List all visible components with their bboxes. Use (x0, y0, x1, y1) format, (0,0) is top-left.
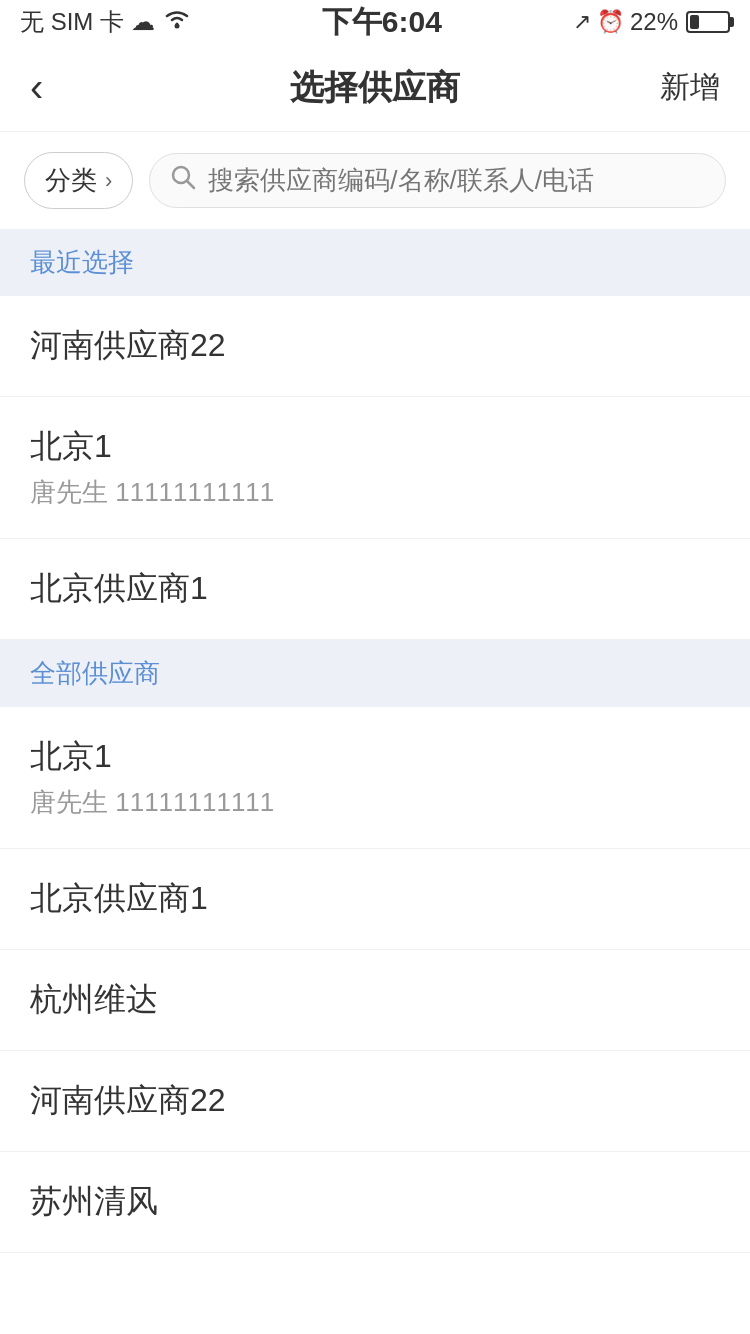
item-name: 苏州清风 (30, 1180, 720, 1224)
list-item[interactable]: 苏州清风 (0, 1152, 750, 1253)
svg-point-0 (174, 24, 179, 29)
recent-items-list: 河南供应商22 北京1 唐先生 11111111111 北京供应商1 (0, 296, 750, 640)
alarm-icon: ⏰ (597, 9, 624, 35)
back-button[interactable]: ‹ (30, 65, 90, 110)
item-name: 河南供应商22 (30, 1079, 720, 1123)
category-label: 分类 (45, 163, 97, 198)
chevron-right-icon: › (105, 168, 112, 194)
list-item[interactable]: 北京供应商1 (0, 539, 750, 640)
add-button[interactable]: 新增 (660, 67, 720, 108)
battery-icon (686, 11, 730, 33)
item-name: 北京1 (30, 735, 720, 779)
search-icon (170, 164, 196, 197)
nav-bar: ‹ 选择供应商 新增 (0, 44, 750, 132)
list-item[interactable]: 河南供应商22 (0, 296, 750, 397)
all-section-header: 全部供应商 (0, 640, 750, 707)
item-name: 河南供应商22 (30, 324, 720, 368)
category-filter-button[interactable]: 分类 › (24, 152, 133, 209)
item-sub: 唐先生 11111111111 (30, 475, 720, 510)
recent-section-header: 最近选择 (0, 229, 750, 296)
item-name: 北京供应商1 (30, 877, 720, 921)
status-left: 无 SIM 卡 ☁ (20, 6, 191, 38)
page-title: 选择供应商 (290, 65, 460, 111)
status-time: 下午6:04 (322, 2, 442, 43)
item-name: 北京供应商1 (30, 567, 720, 611)
search-box[interactable] (149, 153, 726, 208)
list-item[interactable]: 杭州维达 (0, 950, 750, 1051)
battery-percent: 22% (630, 8, 678, 36)
wifi-icon (163, 8, 191, 36)
svg-line-2 (187, 181, 194, 188)
list-item[interactable]: 北京供应商1 (0, 849, 750, 950)
recent-section-label: 最近选择 (30, 247, 134, 277)
search-input[interactable] (208, 165, 705, 196)
status-bar: 无 SIM 卡 ☁ 下午6:04 ↗ ⏰ 22% (0, 0, 750, 44)
status-right: ↗ ⏰ 22% (573, 8, 730, 36)
no-sim-label: 无 SIM 卡 ☁ (20, 6, 155, 38)
item-name: 北京1 (30, 425, 720, 469)
filter-bar: 分类 › (0, 132, 750, 229)
list-item[interactable]: 河南供应商22 (0, 1051, 750, 1152)
list-item[interactable]: 北京1 唐先生 11111111111 (0, 397, 750, 539)
item-name: 杭州维达 (30, 978, 720, 1022)
location-icon: ↗ (573, 9, 591, 35)
list-item[interactable]: 北京1 唐先生 11111111111 (0, 707, 750, 849)
item-sub: 唐先生 11111111111 (30, 785, 720, 820)
all-items-list: 北京1 唐先生 11111111111 北京供应商1 杭州维达 河南供应商22 … (0, 707, 750, 1253)
all-section-label: 全部供应商 (30, 658, 160, 688)
